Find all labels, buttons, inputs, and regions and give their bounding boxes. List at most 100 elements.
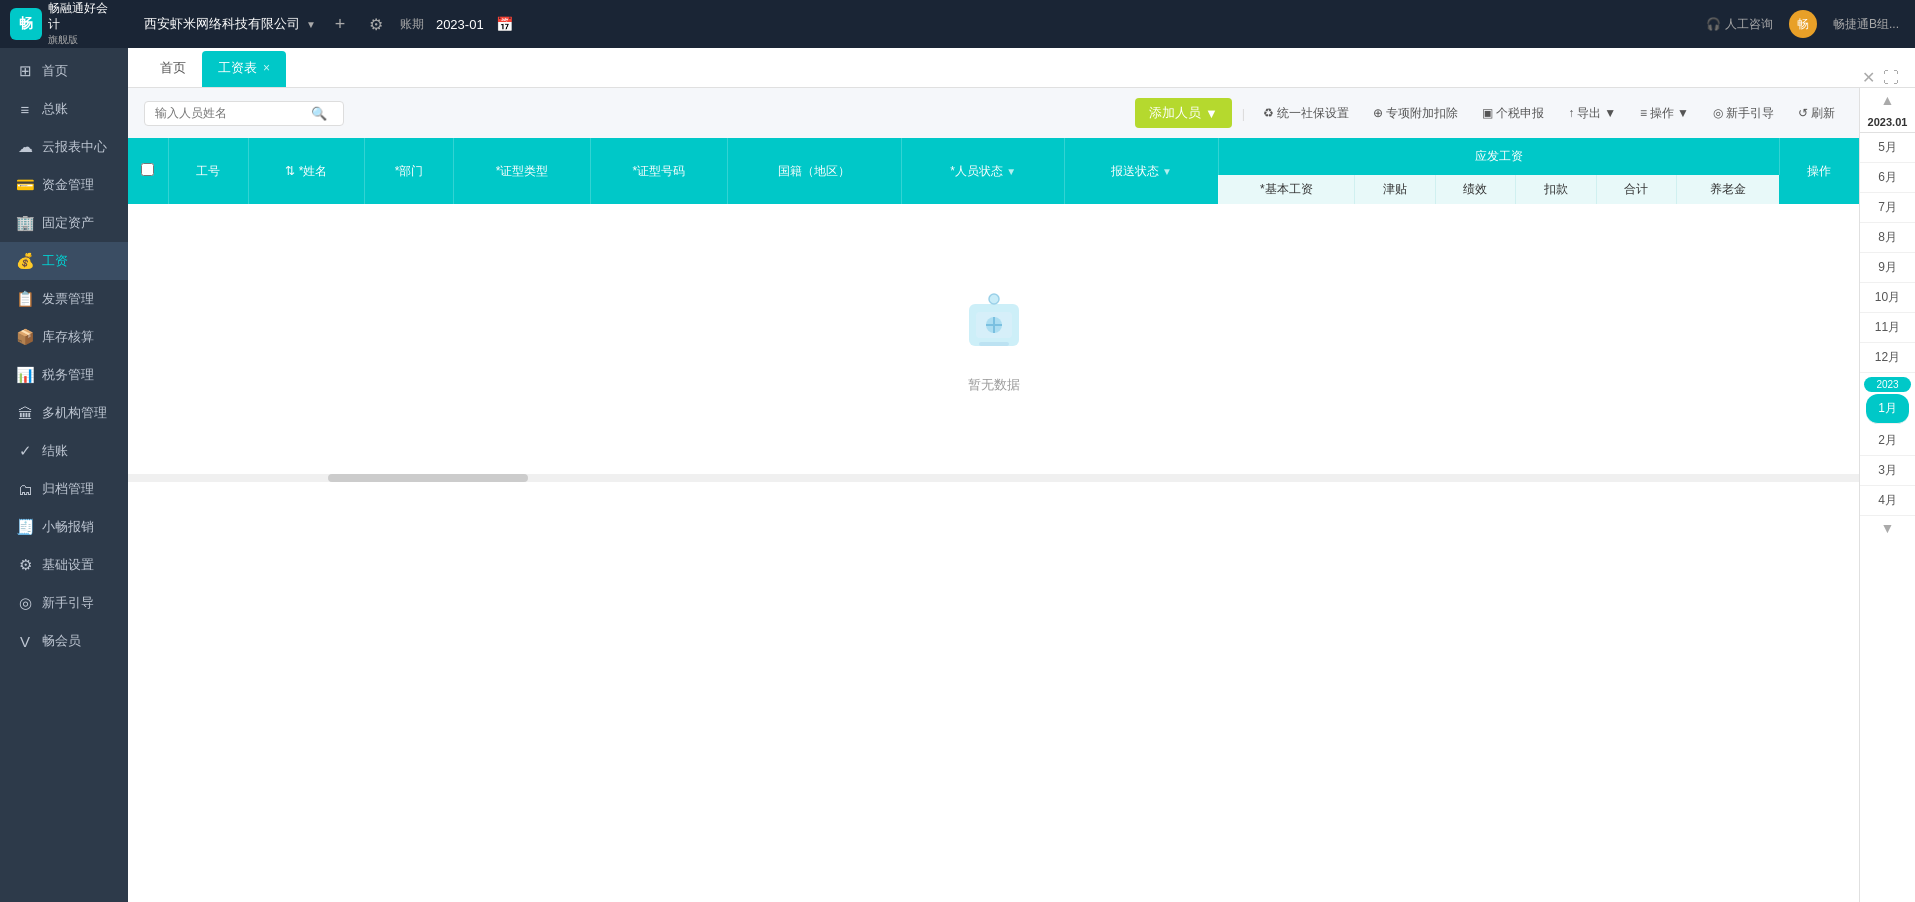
col-check[interactable] [128, 138, 168, 204]
scrollbar-track[interactable] [128, 474, 1859, 482]
date-item-5[interactable]: 5月 [1860, 133, 1915, 163]
operation-dropdown-icon: ▼ [1677, 106, 1689, 120]
col-allowance: 津贴 [1355, 175, 1435, 204]
sidebar-item-总账[interactable]: ≡ 总账 [0, 90, 128, 128]
tax-icon: ▣ [1482, 106, 1493, 120]
date-item-7[interactable]: 7月 [1860, 193, 1915, 223]
tab-salary-label: 工资表 [218, 59, 257, 77]
date-item-8[interactable]: 8月 [1860, 223, 1915, 253]
status-filter-icon[interactable]: ▼ [1006, 166, 1016, 177]
col-name: ⇅ *姓名 [248, 138, 364, 204]
special-deduction-label: 专项附加扣除 [1386, 105, 1458, 122]
date-item-2[interactable]: 2月 [1860, 426, 1915, 456]
sidebar: 畅 畅融通好会计 旗舰版 ⊞首页≡总账☁云报表中心💳资金管理🏢固定资产💰工资📋发… [0, 0, 128, 902]
col-id-number: *证型号码 [591, 138, 728, 204]
sidebar-item-工资[interactable]: 💰工资 [0, 242, 128, 280]
tab-salary[interactable]: 工资表 × [202, 51, 286, 87]
salary-table-wrap: 工号 ⇅ *姓名 *部门 *证型类型 *证型号码 国籍（地区） *人员状态 ▼ [128, 138, 1859, 902]
logo-icon: 畅 [10, 8, 42, 40]
add-company-button[interactable]: + [328, 12, 352, 36]
submit-filter-icon[interactable]: ▼ [1162, 166, 1172, 177]
special-deduction-button[interactable]: ⊕ 专项附加扣除 [1365, 101, 1466, 126]
nav-label-6: 发票管理 [42, 290, 94, 308]
nav-label-1: 总账 [42, 100, 68, 118]
company-select[interactable]: 西安虾米网络科技有限公司 ▼ [144, 15, 316, 33]
date-item-10[interactable]: 10月 [1860, 283, 1915, 313]
export-dropdown-icon: ▼ [1604, 106, 1616, 120]
expand-panel-button[interactable]: ⛶ [1883, 69, 1899, 87]
add-person-button[interactable]: 添加人员 ▼ [1135, 98, 1232, 128]
nav-label-12: 小畅报销 [42, 518, 94, 536]
date-item-3[interactable]: 3月 [1860, 456, 1915, 486]
date-item-6[interactable]: 6月 [1860, 163, 1915, 193]
nav-label-8: 税务管理 [42, 366, 94, 384]
year-badge-2023: 2023 [1864, 377, 1911, 392]
col-performance: 绩效 [1435, 175, 1515, 204]
sidebar-item-新手引导[interactable]: ◎新手引导 [0, 584, 128, 622]
nav-label-15: 畅会员 [42, 632, 81, 650]
date-item-1-active[interactable]: 1月 [1866, 394, 1909, 424]
nav-icon-0: ⊞ [16, 62, 34, 80]
sidebar-item-基础设置[interactable]: ⚙基础设置 [0, 546, 128, 584]
salary-table: 工号 ⇅ *姓名 *部门 *证型类型 *证型号码 国籍（地区） *人员状态 ▼ [128, 138, 1859, 474]
search-input[interactable] [155, 106, 305, 120]
tab-home[interactable]: 首页 [144, 51, 202, 87]
nav-icon-1: ≡ [16, 101, 34, 118]
nav-icon-2: ☁ [16, 138, 34, 156]
sidebar-item-多机构管理[interactable]: 🏛多机构管理 [0, 394, 128, 432]
sidebar-item-归档管理[interactable]: 🗂归档管理 [0, 470, 128, 508]
sidebar-item-结账[interactable]: ✓结账 [0, 432, 128, 470]
select-all-checkbox[interactable] [141, 163, 154, 176]
empty-row: 暂无数据 [128, 204, 1859, 474]
date-item-4[interactable]: 4月 [1860, 486, 1915, 516]
sidebar-item-畅会员[interactable]: V畅会员 [0, 622, 128, 660]
sidebar-item-固定资产[interactable]: 🏢固定资产 [0, 204, 128, 242]
export-button[interactable]: ↑ 导出 ▼ [1560, 101, 1624, 126]
sidebar-item-小畅报销[interactable]: 🧾小畅报销 [0, 508, 128, 546]
date-nav-down[interactable]: ▼ [1860, 516, 1915, 540]
sidebar-item-首页[interactable]: ⊞首页 [0, 52, 128, 90]
table-header-row: 工号 ⇅ *姓名 *部门 *证型类型 *证型号码 国籍（地区） *人员状态 ▼ [128, 138, 1859, 175]
support-button[interactable]: 🎧 人工咨询 [1706, 16, 1773, 33]
empty-cell: 暂无数据 [128, 204, 1859, 474]
nav-icon-3: 💳 [16, 176, 34, 194]
calendar-icon[interactable]: 📅 [496, 16, 513, 32]
sidebar-item-税务管理[interactable]: 📊税务管理 [0, 356, 128, 394]
date-nav-up[interactable]: ▲ [1860, 88, 1915, 112]
settings-button[interactable]: ⚙ [364, 12, 388, 36]
sidebar-item-资金管理[interactable]: 💳 资金管理 [0, 166, 128, 204]
salary-page: 🔍 添加人员 ▼ | ♻ 统一社保设置 ⊕ 专项附加扣除 [128, 88, 1859, 902]
export-icon: ↑ [1568, 106, 1574, 120]
sidebar-item-库存核算[interactable]: 📦库存核算 [0, 318, 128, 356]
tax-report-button[interactable]: ▣ 个税申报 [1474, 101, 1552, 126]
date-item-9[interactable]: 9月 [1860, 253, 1915, 283]
period-label: 账期 [400, 16, 424, 33]
nav-icon-4: 🏢 [16, 214, 34, 232]
user-name: 畅捷通B组... [1833, 16, 1899, 33]
guide-button[interactable]: ◎ 新手引导 [1705, 101, 1782, 126]
nav-icon-6: 📋 [16, 290, 34, 308]
search-wrap[interactable]: 🔍 [144, 101, 344, 126]
close-panel-button[interactable]: ✕ [1862, 68, 1875, 87]
empty-state: 暂无数据 [128, 204, 1859, 474]
topbar: 西安虾米网络科技有限公司 ▼ + ⚙ 账期 2023-01 📅 🎧 人工咨询 畅… [128, 0, 1915, 48]
scrollbar-thumb[interactable] [328, 474, 528, 482]
sidebar-item-发票管理[interactable]: 📋 发票管理 [0, 280, 128, 318]
nav-label-3: 资金管理 [42, 176, 94, 194]
date-item-11[interactable]: 11月 [1860, 313, 1915, 343]
date-item-12[interactable]: 12月 [1860, 343, 1915, 373]
tab-close-icon[interactable]: × [263, 61, 270, 75]
col-status: *人员状态 ▼ [902, 138, 1065, 204]
nav-icon-11: 🗂 [16, 481, 34, 498]
social-security-button[interactable]: ♻ 统一社保设置 [1255, 101, 1357, 126]
sidebar-item-云报表中心[interactable]: ☁云报表中心 [0, 128, 128, 166]
add-person-label: 添加人员 [1149, 104, 1201, 122]
date-panel: ▲ 2023.01 5月 6月 7月 8月 9月 10月 11月 12月 202… [1859, 88, 1915, 902]
operation-button[interactable]: ≡ 操作 ▼ [1632, 101, 1697, 126]
empty-icon [954, 284, 1034, 364]
table-body: 暂无数据 [128, 204, 1859, 474]
col-department: *部门 [364, 138, 454, 204]
refresh-button[interactable]: ↺ 刷新 [1790, 101, 1843, 126]
social-security-label: 统一社保设置 [1277, 105, 1349, 122]
nav-label-13: 基础设置 [42, 556, 94, 574]
